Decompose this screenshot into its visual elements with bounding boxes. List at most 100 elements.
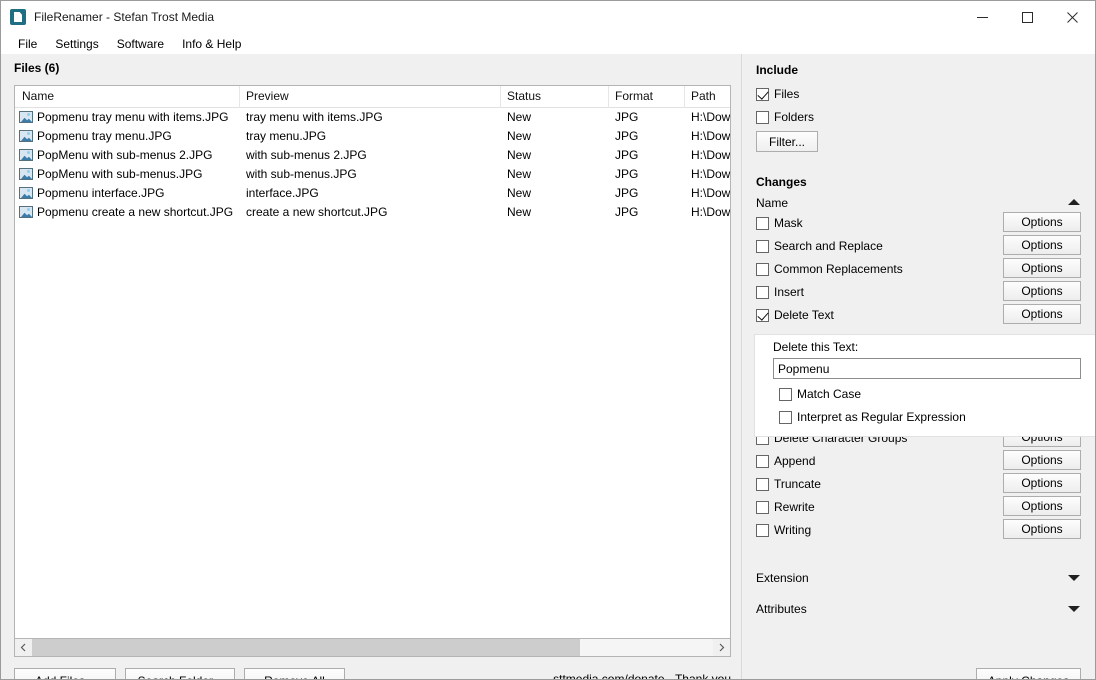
table-row[interactable]: Popmenu tray menu with items.JPG tray me… (15, 108, 730, 127)
cell-format: JPG (615, 205, 639, 219)
cell-path: H:\Dow (691, 186, 731, 200)
column-separator[interactable] (500, 86, 501, 108)
column-header-preview[interactable]: Preview (246, 89, 289, 103)
cell-preview: interface.JPG (246, 186, 319, 200)
change-mask-label: Mask (774, 216, 803, 230)
menu-item-software[interactable]: Software (108, 35, 173, 53)
column-separator[interactable] (608, 86, 609, 108)
window-title: FileRenamer - Stefan Trost Media (34, 10, 215, 24)
common-replacements-options-button[interactable]: Options (1003, 258, 1081, 278)
donate-link[interactable]: sttmedia.com/donate - Thank you (553, 672, 731, 679)
truncate-options-button[interactable]: Options (1003, 473, 1081, 493)
checkbox-icon (756, 500, 769, 514)
filter-button[interactable]: Filter... (756, 131, 818, 152)
delete-text-panel: Delete this Text: Popmenu Match Case Int… (754, 334, 1095, 437)
maximize-icon[interactable] (1005, 1, 1050, 33)
cell-name: Popmenu tray menu with items.JPG (37, 110, 229, 124)
image-file-icon (19, 206, 33, 218)
change-rewrite-checkbox[interactable]: Rewrite (756, 498, 815, 516)
change-writing-label: Writing (774, 523, 812, 537)
attributes-section-label[interactable]: Attributes (756, 602, 807, 616)
scrollbar-thumb[interactable] (32, 639, 581, 656)
menu-item-settings[interactable]: Settings (46, 35, 107, 53)
change-append-checkbox[interactable]: Append (756, 452, 815, 470)
change-delete-text-checkbox[interactable]: Delete Text (756, 306, 834, 324)
writing-options-button[interactable]: Options (1003, 519, 1081, 539)
checkbox-icon (756, 308, 769, 322)
apply-changes-button[interactable]: Apply Changes (976, 668, 1081, 679)
delete-text-label: Delete this Text: (773, 340, 859, 354)
append-options-button[interactable]: Options (1003, 450, 1081, 470)
change-append-label: Append (774, 454, 816, 468)
insert-options-button[interactable]: Options (1003, 281, 1081, 301)
match-case-label: Match Case (797, 387, 862, 401)
table-row[interactable]: Popmenu tray menu.JPG tray menu.JPG New … (15, 127, 730, 146)
add-files-button[interactable]: Add Files... (14, 668, 116, 679)
column-header-path[interactable]: Path (691, 89, 716, 103)
include-files-checkbox[interactable]: Files (756, 85, 799, 103)
menu-bar: File Settings Software Info & Help (1, 33, 1095, 54)
chevron-down-icon[interactable] (1067, 573, 1081, 587)
menu-item-file[interactable]: File (9, 35, 46, 53)
extension-section-label[interactable]: Extension (756, 571, 809, 585)
chevron-left-icon[interactable] (15, 639, 32, 656)
search-folder-button[interactable]: Search Folder... (125, 668, 235, 679)
cell-path: H:\Dow (691, 129, 731, 143)
rewrite-options-button[interactable]: Options (1003, 496, 1081, 516)
delete-text-input[interactable]: Popmenu (773, 358, 1081, 379)
search-replace-options-button[interactable]: Options (1003, 235, 1081, 255)
change-common-replacements-label: Common Replacements (774, 262, 903, 276)
column-header-status[interactable]: Status (507, 89, 541, 103)
cell-status: New (507, 129, 532, 143)
chevron-up-icon[interactable] (1067, 197, 1081, 211)
include-folders-checkbox[interactable]: Folders (756, 108, 814, 126)
include-heading: Include (756, 63, 799, 77)
regex-label: Interpret as Regular Expression (797, 410, 966, 424)
change-common-replacements-checkbox[interactable]: Common Replacements (756, 260, 903, 278)
table-row[interactable]: PopMenu with sub-menus.JPG with sub-menu… (15, 165, 730, 184)
cell-format: JPG (615, 186, 639, 200)
checkbox-icon (756, 262, 769, 276)
table-row[interactable]: Popmenu interface.JPG interface.JPG New … (15, 184, 730, 203)
menu-item-info-help[interactable]: Info & Help (173, 35, 250, 53)
file-list-body: Popmenu tray menu with items.JPG tray me… (15, 108, 730, 222)
change-search-replace-label: Search and Replace (774, 239, 883, 253)
close-icon[interactable] (1050, 1, 1095, 33)
image-file-icon (19, 149, 33, 161)
image-file-icon (19, 130, 33, 142)
column-header-name[interactable]: Name (22, 89, 54, 103)
change-delete-text-label: Delete Text (774, 308, 834, 322)
cell-preview: tray menu with items.JPG (246, 110, 383, 124)
table-row[interactable]: PopMenu with sub-menus 2.JPG with sub-me… (15, 146, 730, 165)
match-case-checkbox[interactable]: Match Case (779, 385, 861, 403)
cell-format: JPG (615, 110, 639, 124)
checkbox-icon (756, 216, 769, 230)
cell-preview: with sub-menus.JPG (246, 167, 357, 181)
change-search-replace-checkbox[interactable]: Search and Replace (756, 237, 883, 255)
column-separator[interactable] (684, 86, 685, 108)
change-insert-checkbox[interactable]: Insert (756, 283, 804, 301)
horizontal-scrollbar[interactable] (14, 639, 731, 657)
column-header-format[interactable]: Format (615, 89, 653, 103)
cell-preview: with sub-menus 2.JPG (246, 148, 367, 162)
change-writing-checkbox[interactable]: Writing (756, 521, 811, 539)
scrollbar-track[interactable] (32, 639, 713, 656)
delete-text-options-button[interactable]: Options (1003, 304, 1081, 324)
column-separator[interactable] (239, 86, 240, 108)
change-truncate-label: Truncate (774, 477, 821, 491)
remove-all-button[interactable]: Remove All (244, 668, 345, 679)
checkbox-icon (756, 110, 769, 124)
regex-checkbox[interactable]: Interpret as Regular Expression (779, 408, 966, 426)
change-insert-label: Insert (774, 285, 805, 299)
chevron-right-icon[interactable] (713, 639, 730, 656)
cell-path: H:\Dow (691, 110, 731, 124)
cell-format: JPG (615, 148, 639, 162)
table-row[interactable]: Popmenu create a new shortcut.JPG create… (15, 203, 730, 222)
change-mask-checkbox[interactable]: Mask (756, 214, 803, 232)
image-file-icon (19, 187, 33, 199)
change-truncate-checkbox[interactable]: Truncate (756, 475, 821, 493)
chevron-down-icon[interactable] (1067, 604, 1081, 618)
file-list-header: Name Preview Status Format Path (15, 86, 730, 108)
minimize-icon[interactable] (960, 1, 1005, 33)
mask-options-button[interactable]: Options (1003, 212, 1081, 232)
